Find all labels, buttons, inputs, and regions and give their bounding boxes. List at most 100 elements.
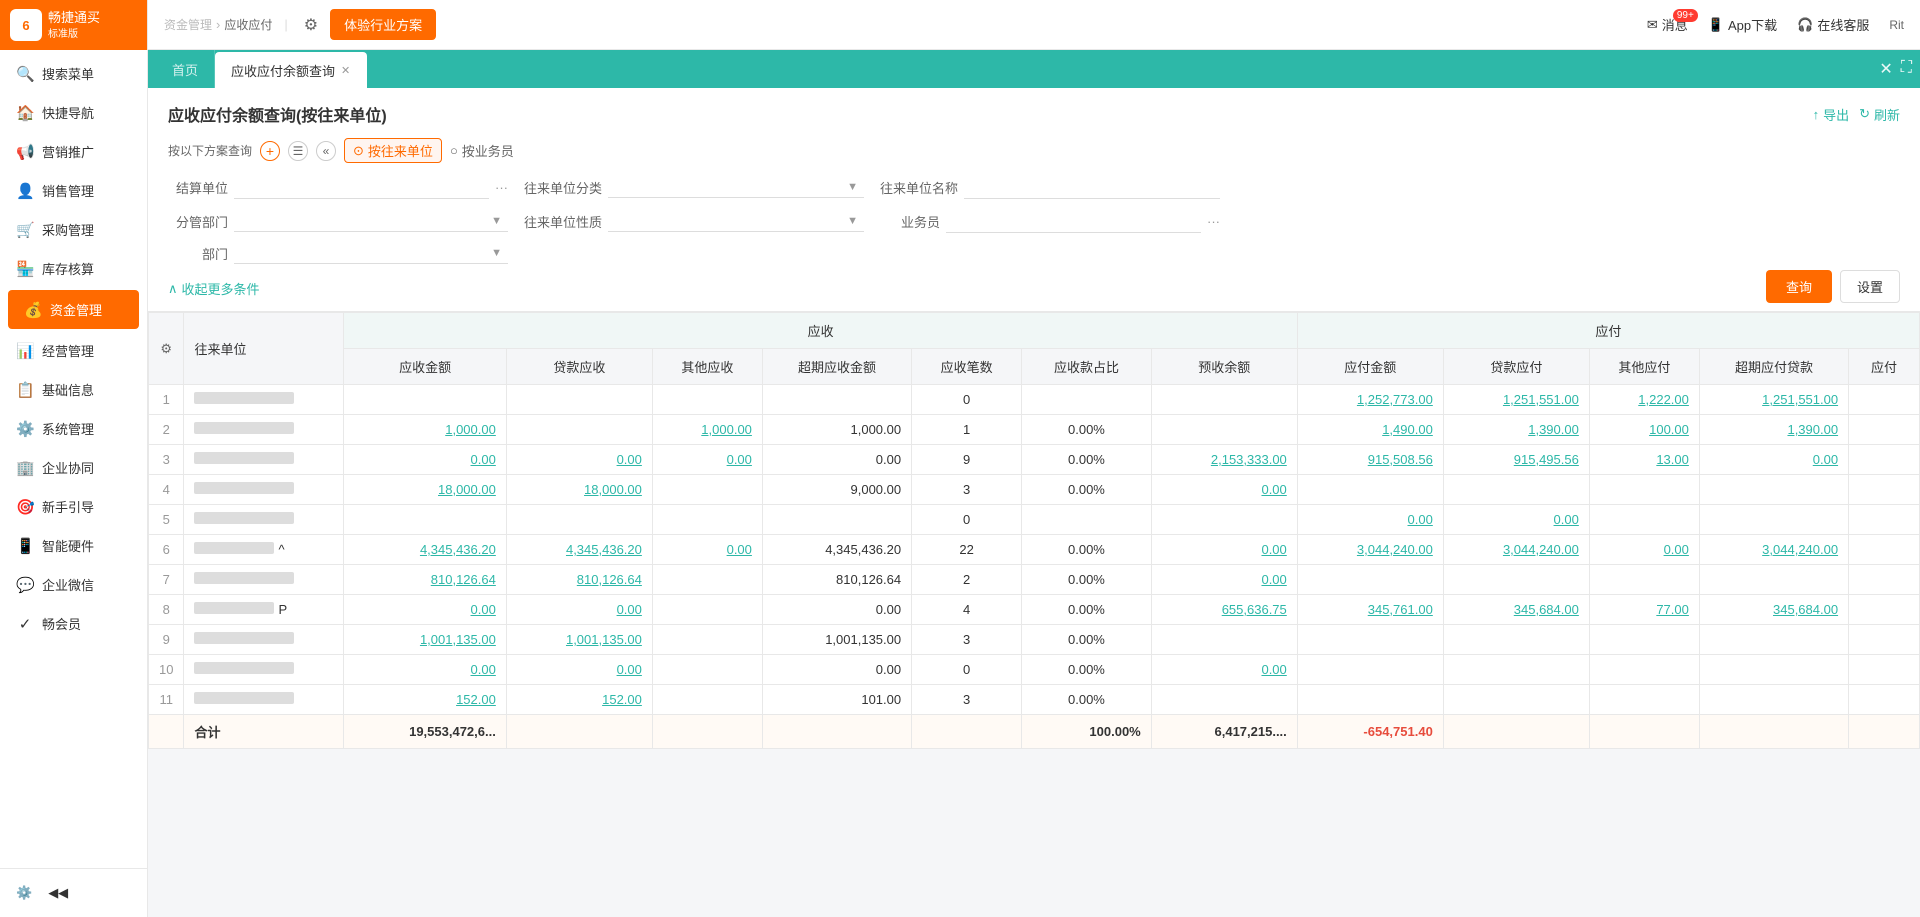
app-download-btn[interactable]: 📱 App下载 (1708, 15, 1777, 34)
table-row: 6^4,345,436.204,345,436.200.004,345,436.… (149, 535, 1920, 565)
page-header: 应收应付余额查询(按往来单位) ↑ 导出 ↻ 刷新 (148, 88, 1920, 126)
total-ar-count (912, 715, 1022, 749)
online-service-label: 在线客服 (1817, 15, 1869, 34)
filter-area: 按以下方案查询 + ☰ « ⊙ 按往来单位 ○ 按业务员 结算单位 (148, 126, 1920, 312)
total-ar-amount: 19,553,472,6... (344, 715, 506, 749)
filter-dots-salesman[interactable]: ··· (1207, 214, 1220, 229)
collapse-more-btn[interactable]: ∧ 收起更多条件 (168, 279, 260, 298)
filter-select-unit-nature[interactable]: ▼ (608, 211, 864, 232)
tab-home-label: 首页 (172, 60, 198, 79)
col-overdue-ap: 超期应付贷款 (1699, 349, 1848, 385)
bottom-settings-icon: ⚙️ (16, 885, 32, 901)
table-row: 418,000.0018,000.009,000.0030.00%0.00 (149, 475, 1920, 505)
total-ap-extra (1849, 715, 1920, 749)
user-menu[interactable]: Rit (1889, 18, 1904, 32)
filter-settings-btn[interactable]: ☰ (288, 141, 308, 161)
topnav-settings-icon[interactable]: ⚙ (304, 15, 318, 35)
sidebar-item-smart-hw[interactable]: 📱 智能硬件 (0, 526, 147, 565)
filter-label-settlement: 结算单位 (168, 178, 228, 197)
sidebar-item-label: 经营管理 (42, 341, 94, 360)
total-other-ap (1589, 715, 1699, 749)
sidebar-item-label: 畅会员 (42, 614, 81, 633)
table-settings-icon[interactable]: ⚙ (160, 341, 172, 356)
filter-input-salesman[interactable] (946, 209, 1201, 233)
filter-label-unit-nature: 往来单位性质 (524, 212, 602, 231)
filter-label-unit-type: 往来单位分类 (524, 178, 602, 197)
export-button[interactable]: ↑ 导出 (1813, 105, 1850, 124)
filter-input-settlement[interactable] (234, 175, 489, 199)
sidebar-item-finance[interactable]: 💰 资金管理 (8, 290, 139, 329)
topnav: 资金管理 › 应收应付 | ⚙ 体验行业方案 ✉ 消息 99+ 📱 App下载 … (148, 0, 1920, 50)
sidebar-item-label: 系统管理 (42, 419, 94, 438)
tabbar: 首页 应收应付余额查询 ✕ ✕ ⛶ (148, 50, 1920, 88)
filter-field-salesman: 业务员 ··· (880, 209, 1220, 233)
tab-ar-ap-query[interactable]: 应收应付余额查询 ✕ (215, 52, 367, 88)
col-ar-amount: 应收金额 (344, 349, 506, 385)
page-title: 应收应付余额查询(按往来单位) (168, 102, 387, 126)
filter-select-sub-dept[interactable]: ▼ (234, 243, 508, 264)
filter-active-scheme[interactable]: ⊙ 按往来单位 (344, 138, 442, 163)
filter-other-scheme[interactable]: ○ 按业务员 (450, 141, 514, 160)
filter-select-dept[interactable]: ▼ (234, 211, 508, 232)
total-ar-ratio: 100.00% (1022, 715, 1152, 749)
table-row: 30.000.000.000.0090.00%2,153,333.00915,5… (149, 445, 1920, 475)
total-label-cell (149, 715, 184, 749)
tab-close-window-icon[interactable]: ✕ (1879, 59, 1892, 79)
sidebar-item-system[interactable]: ⚙️ 系统管理 (0, 409, 147, 448)
settings-col-header[interactable]: ⚙ (149, 313, 184, 385)
total-prepay: 6,417,215.... (1151, 715, 1297, 749)
online-service-btn[interactable]: 🎧 在线客服 (1797, 15, 1869, 34)
col-ar-ratio: 应收款占比 (1022, 349, 1152, 385)
content-area: 应收应付余额查询(按往来单位) ↑ 导出 ↻ 刷新 按以下方案查询 + ☰ « (148, 88, 1920, 917)
purchase-icon: 🛒 (16, 221, 34, 239)
sidebar-item-guide[interactable]: 🎯 新手引导 (0, 487, 147, 526)
filter-add-scheme-btn[interactable]: + (260, 141, 280, 161)
app-download-icon: 📱 (1708, 17, 1724, 33)
sidebar-item-sales[interactable]: 👤 销售管理 (0, 171, 147, 210)
filter-input-unit-name[interactable] (964, 175, 1220, 199)
sidebar-item-purchase[interactable]: 🛒 采购管理 (0, 210, 147, 249)
ar-group-header: 应收 (344, 313, 1297, 349)
enterprise-icon: 🏢 (16, 459, 34, 477)
filter-select-unit-type[interactable]: ▼ (608, 177, 864, 198)
smart-hw-icon: 📱 (16, 537, 34, 555)
total-loan-ar (506, 715, 652, 749)
tab-close-icon[interactable]: ✕ (341, 64, 350, 77)
marketing-icon: 📢 (16, 143, 34, 161)
tab-expand-icon[interactable]: ⛶ (1901, 59, 1912, 79)
sidebar-item-member[interactable]: ✓ 畅会员 (0, 604, 147, 643)
sidebar-item-label: 销售管理 (42, 181, 94, 200)
sidebar-item-enterprise[interactable]: 🏢 企业协同 (0, 448, 147, 487)
filter-dept-arrow: ▼ (491, 215, 502, 227)
online-service-icon: 🎧 (1797, 17, 1813, 33)
page-header-actions: ↑ 导出 ↻ 刷新 (1813, 105, 1900, 124)
sidebar-item-wechat[interactable]: 💬 企业微信 (0, 565, 147, 604)
sidebar-item-label: 企业微信 (42, 575, 94, 594)
guide-icon: 🎯 (16, 498, 34, 516)
message-btn[interactable]: ✉ 消息 99+ (1647, 15, 1688, 34)
ap-group-header: 应付 (1297, 313, 1919, 349)
settings-button[interactable]: 设置 (1840, 270, 1900, 303)
filter-field-settlement: 结算单位 ··· (168, 175, 508, 199)
sidebar-item-base-info[interactable]: 📋 基础信息 (0, 370, 147, 409)
tab-home[interactable]: 首页 (156, 50, 215, 88)
sidebar-item-inventory[interactable]: 🏪 库存核算 (0, 249, 147, 288)
filter-dots-settlement[interactable]: ··· (495, 180, 508, 195)
filter-other-scheme-label: 按业务员 (462, 141, 514, 160)
refresh-button[interactable]: ↻ 刷新 (1859, 105, 1900, 124)
sidebar-item-quick-nav[interactable]: 🏠 快捷导航 (0, 93, 147, 132)
sidebar-item-search[interactable]: 🔍 搜索菜单 (0, 54, 147, 93)
sidebar-bottom-settings[interactable]: ⚙️ ◀◀ (0, 877, 147, 909)
sidebar-item-label: 营销推广 (42, 142, 94, 161)
sidebar-item-operations[interactable]: 📊 经营管理 (0, 331, 147, 370)
filter-field-dept: 分管部门 ▼ (168, 211, 508, 232)
sidebar-item-marketing[interactable]: 📢 营销推广 (0, 132, 147, 171)
bottom-collapse-icon: ◀◀ (48, 885, 68, 901)
promo-button[interactable]: 体验行业方案 (330, 9, 436, 40)
sidebar-item-label: 快捷导航 (42, 103, 94, 122)
app-name: 畅捷通买 (48, 10, 100, 26)
col-ar-count: 应收笔数 (912, 349, 1022, 385)
filter-collapse-btn[interactable]: « (316, 141, 336, 161)
col-other-ar: 其他应收 (652, 349, 762, 385)
query-button[interactable]: 查询 (1766, 270, 1832, 303)
